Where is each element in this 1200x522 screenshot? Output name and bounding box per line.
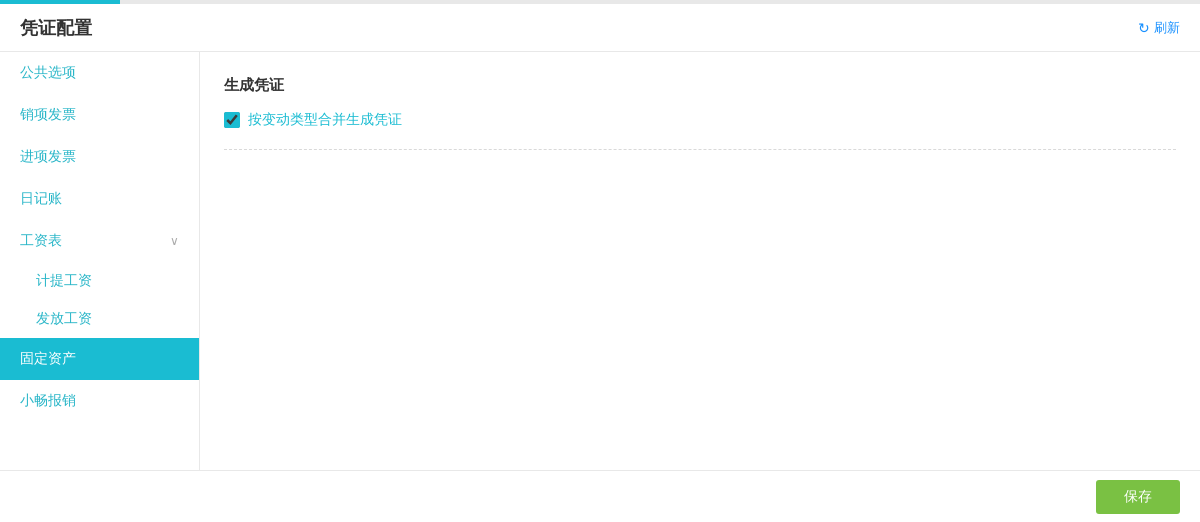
merge-by-type-checkbox[interactable]	[224, 112, 240, 128]
sidebar-item-label-journal: 日记账	[20, 190, 62, 208]
section-divider	[224, 149, 1176, 150]
sidebar: 公共选项销项发票进项发票日记账工资表 ∨ 计提工资发放工资固定资产小畅报销	[0, 52, 200, 470]
merge-by-type-label[interactable]: 按变动类型合并生成凭证	[248, 111, 402, 129]
save-button[interactable]: 保存	[1096, 480, 1180, 514]
content-area: 生成凭证 按变动类型合并生成凭证	[200, 52, 1200, 470]
bottom-bar: 保存	[0, 470, 1200, 522]
refresh-icon: ↻	[1138, 20, 1150, 36]
section-title: 生成凭证	[224, 76, 1176, 95]
chevron-down-icon: ∨	[170, 234, 179, 248]
merge-voucher-row: 按变动类型合并生成凭证	[224, 111, 1176, 129]
sidebar-item-accrued-salary[interactable]: 计提工资	[0, 262, 199, 300]
top-tab-bar	[0, 0, 1200, 4]
sidebar-item-label-expense-reimbursement: 小畅报销	[20, 392, 76, 410]
header: 凭证配置 ↻ 刷新	[0, 4, 1200, 52]
sidebar-item-label-fixed-assets: 固定资产	[20, 350, 76, 368]
sidebar-item-label-sales-invoice: 销项发票	[20, 106, 76, 124]
sidebar-item-label-public-options: 公共选项	[20, 64, 76, 82]
sidebar-item-public-options[interactable]: 公共选项	[0, 52, 199, 94]
sidebar-item-label-purchase-invoice: 进项发票	[20, 148, 76, 166]
sidebar-item-purchase-invoice[interactable]: 进项发票	[0, 136, 199, 178]
page-title: 凭证配置	[20, 16, 92, 40]
active-tab-indicator	[0, 0, 120, 4]
sidebar-item-fixed-assets[interactable]: 固定资产	[0, 338, 199, 380]
sidebar-item-payroll-table[interactable]: 工资表 ∨	[0, 220, 199, 262]
refresh-label: 刷新	[1154, 19, 1180, 37]
sidebar-item-label-payroll-table: 工资表	[20, 232, 62, 250]
refresh-button[interactable]: ↻ 刷新	[1138, 19, 1180, 37]
sidebar-item-journal[interactable]: 日记账	[0, 178, 199, 220]
sidebar-item-pay-salary[interactable]: 发放工资	[0, 300, 199, 338]
main-container: 公共选项销项发票进项发票日记账工资表 ∨ 计提工资发放工资固定资产小畅报销 生成凭证…	[0, 52, 1200, 470]
sidebar-item-expense-reimbursement[interactable]: 小畅报销	[0, 380, 199, 422]
sidebar-item-sales-invoice[interactable]: 销项发票	[0, 94, 199, 136]
